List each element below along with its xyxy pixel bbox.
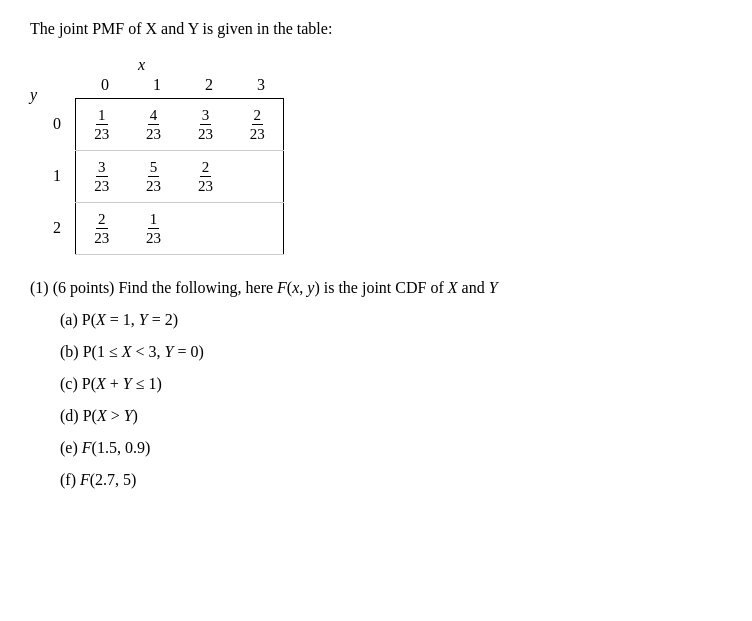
cell-r1-c0: 3 23 (76, 151, 128, 203)
cell-r0-c0: 1 23 (76, 99, 128, 151)
sub-question-b: (b) P(1 ≤ X < 3, Y = 0) (60, 343, 722, 361)
question-points: (6 points) (53, 279, 119, 296)
y-row-label-2: 2 (43, 202, 71, 254)
part-b-text: P(1 ≤ X < 3, Y = 0) (83, 343, 204, 360)
y-row-label-1: 1 (43, 150, 71, 202)
cell-r0-c3: 2 23 (232, 99, 284, 151)
sub-question-a: (a) P(X = 1, Y = 2) (60, 311, 722, 329)
col-header-1: 1 (131, 76, 183, 94)
sub-question-c: (c) P(X + Y ≤ 1) (60, 375, 722, 393)
part-d-label: (d) (60, 407, 83, 424)
cell-r0-c2: 3 23 (180, 99, 232, 151)
table-row: 2 23 1 23 (76, 203, 284, 255)
cell-r2-c2-empty (180, 203, 232, 255)
table-row: 3 23 5 23 2 (76, 151, 284, 203)
question-text: Find the following, here F(x, y) is the … (118, 279, 497, 296)
fraction-1-0: 3 23 (92, 158, 111, 195)
sub-question-f: (f) F(2.7, 5) (60, 471, 722, 489)
fraction-0-3: 2 23 (248, 106, 267, 143)
table-row: 1 23 4 23 3 (76, 99, 284, 151)
part-f-text: F(2.7, 5) (80, 471, 136, 488)
cell-r1-c3-empty (232, 151, 284, 203)
part-c-label: (c) (60, 375, 82, 392)
cell-r2-c3-empty (232, 203, 284, 255)
cell-r1-c1: 5 23 (128, 151, 180, 203)
part-c-text: P(X + Y ≤ 1) (82, 375, 162, 392)
part-f-label: (f) (60, 471, 80, 488)
fraction-0-1: 4 23 (144, 106, 163, 143)
cell-r2-c1: 1 23 (128, 203, 180, 255)
question-main-line: (1) (6 points) Find the following, here … (30, 279, 722, 297)
part-d-text: P(X > Y) (83, 407, 138, 424)
fraction-1-1: 5 23 (144, 158, 163, 195)
fraction-1-2: 2 23 (196, 158, 215, 195)
intro-text: The joint PMF of X and Y is given in the… (30, 20, 722, 38)
y-axis-label: y (30, 86, 37, 104)
col-header-3: 3 (235, 76, 287, 94)
cell-r0-c1: 4 23 (128, 99, 180, 151)
col-header-2: 2 (183, 76, 235, 94)
fraction-0-2: 3 23 (196, 106, 215, 143)
x-axis-label: x (138, 56, 145, 74)
pmf-table: 1 23 4 23 3 (75, 98, 284, 255)
cell-r2-c0: 2 23 (76, 203, 128, 255)
sub-question-e: (e) F(1.5, 0.9) (60, 439, 722, 457)
question-number: (1) (30, 279, 53, 296)
sub-question-d: (d) P(X > Y) (60, 407, 722, 425)
fraction-2-0: 2 23 (92, 210, 111, 247)
questions-section: (1) (6 points) Find the following, here … (30, 279, 722, 489)
table-section: x y 0 1 2 3 0 1 2 (30, 56, 722, 255)
cell-r1-c2: 2 23 (180, 151, 232, 203)
part-e-label: (e) (60, 439, 82, 456)
part-e-text: F(1.5, 0.9) (82, 439, 150, 456)
fraction-2-1: 1 23 (144, 210, 163, 247)
fraction-0-0: 1 23 (92, 106, 111, 143)
part-b-label: (b) (60, 343, 83, 360)
part-a-label: (a) (60, 311, 82, 328)
col-header-0: 0 (79, 76, 131, 94)
part-a-text: P(X = 1, Y = 2) (82, 311, 178, 328)
y-row-label-0: 0 (43, 98, 71, 150)
